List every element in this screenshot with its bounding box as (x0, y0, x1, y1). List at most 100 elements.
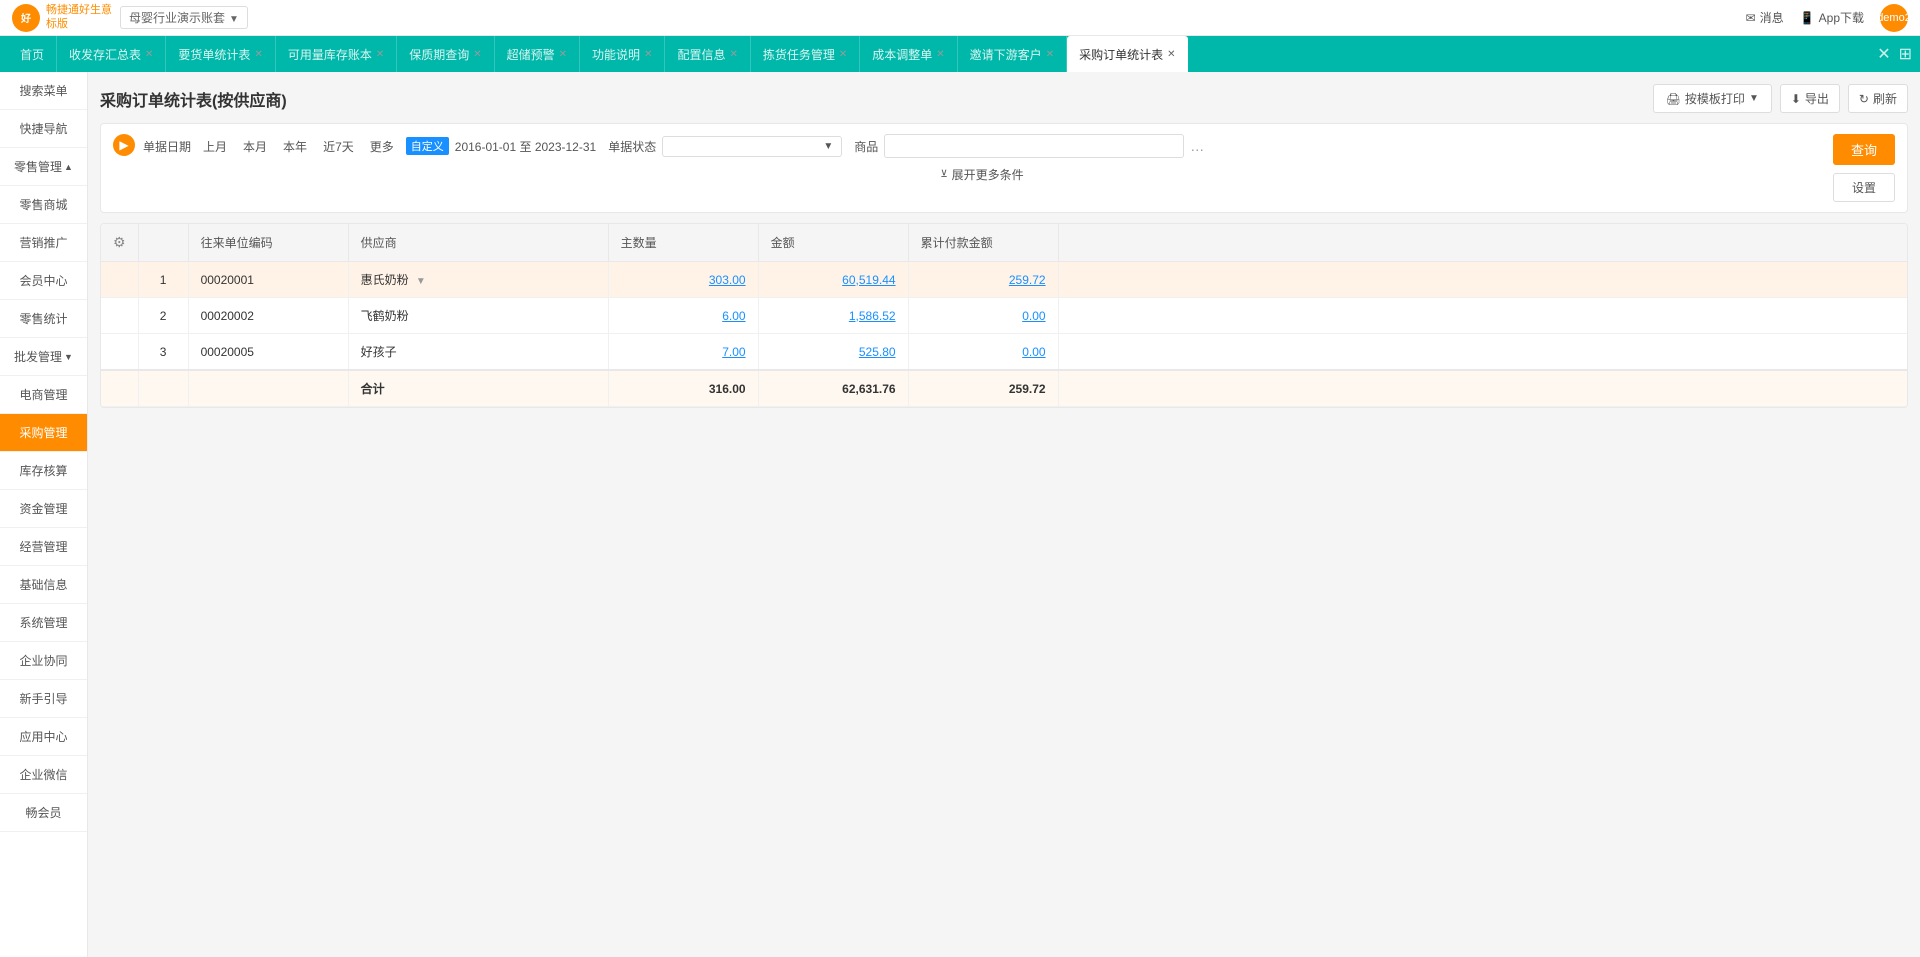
sidebar-item-basic-info[interactable]: 基础信息 (0, 566, 87, 604)
sidebar-item-quick-nav[interactable]: 快捷导航 (0, 110, 87, 148)
tab-receive-send[interactable]: 收发存汇总表 ✕ (57, 36, 166, 72)
expand-row: ⊻ 展开更多条件 (143, 166, 1821, 183)
filter-row-1: 单据日期 上月 本月 本年 近7天 更多 自定义 2016-01-01 至 20… (143, 134, 1821, 158)
row1-supplier-arrow-icon: ▼ (416, 276, 426, 287)
expand-more-button[interactable]: ⊻ 展开更多条件 (940, 166, 1023, 183)
close-tab-pick-task[interactable]: ✕ (839, 49, 847, 60)
close-tab-over-stock[interactable]: ✕ (559, 49, 567, 60)
sidebar-item-member-center[interactable]: 会员中心 (0, 262, 87, 300)
user-profile[interactable]: demo2 (1880, 4, 1908, 32)
sidebar-item-retail-stats[interactable]: 零售统计 (0, 300, 87, 338)
close-tab-cost-adjust[interactable]: ✕ (936, 49, 944, 60)
footer-settings (101, 370, 138, 407)
row2-qty[interactable]: 6.00 (608, 298, 758, 334)
shortcut-this-month[interactable]: 本月 (237, 136, 273, 157)
row2-paid[interactable]: 0.00 (908, 298, 1058, 334)
sidebar-item-wholesale-mgmt[interactable]: 批发管理 ▼ (0, 338, 87, 376)
close-tab-expiry-query[interactable]: ✕ (473, 49, 481, 60)
tab-config-info[interactable]: 配置信息 ✕ (665, 36, 750, 72)
close-tab-function-desc[interactable]: ✕ (644, 49, 652, 60)
sidebar-item-retail-mall[interactable]: 零售商城 (0, 186, 87, 224)
tab-invite-downstream[interactable]: 邀请下游客户 ✕ (958, 36, 1067, 72)
print-button[interactable]: 🖨 按模板打印 ▼ (1653, 84, 1772, 113)
row1-amount[interactable]: 60,519.44 (758, 262, 908, 298)
tab-home[interactable]: 首页 (8, 36, 57, 72)
footer-paid: 259.72 (908, 370, 1058, 407)
sidebar: 搜索菜单 快捷导航 零售管理 ▲ 零售商城 营销推广 会员中心 零售统计 批发管… (0, 72, 88, 957)
shortcut-this-year[interactable]: 本年 (277, 136, 313, 157)
message-icon: ✉ (1746, 11, 1756, 25)
sidebar-item-operation[interactable]: 经营管理 (0, 528, 87, 566)
shortcut-7days[interactable]: 近7天 (317, 136, 360, 157)
export-button[interactable]: ⬇ 导出 (1780, 84, 1840, 113)
tab-available-stock[interactable]: 可用量库存账本 ✕ (276, 36, 397, 72)
filter-area: ▶ 单据日期 上月 本月 本年 近7天 更多 (100, 123, 1908, 213)
status-label: 单据状态 (608, 138, 656, 155)
col-paid-header: 累计付款金额 (908, 224, 1058, 262)
nav-tabs: 首页 收发存汇总表 ✕ 要货单统计表 ✕ 可用量库存账本 ✕ 保质期查询 ✕ 超… (0, 36, 1920, 72)
tab-over-stock[interactable]: 超储预警 ✕ (495, 36, 580, 72)
status-select[interactable]: ▼ (662, 136, 842, 157)
row3-paid[interactable]: 0.00 (908, 334, 1058, 371)
page-header: 采购订单统计表(按供应商) 🖨 按模板打印 ▼ ⬇ 导出 ↻ 刷新 (100, 84, 1908, 113)
shortcut-last-month[interactable]: 上月 (197, 136, 233, 157)
sidebar-item-ecommerce[interactable]: 电商管理 (0, 376, 87, 414)
close-tab-config-info[interactable]: ✕ (729, 49, 737, 60)
tab-goods-stats[interactable]: 要货单统计表 ✕ (166, 36, 275, 72)
sidebar-item-finance[interactable]: 资金管理 (0, 490, 87, 528)
custom-date-tag[interactable]: 自定义 (406, 137, 449, 155)
tab-pick-task[interactable]: 拣货任务管理 ✕ (751, 36, 860, 72)
workspace-selector[interactable]: 母婴行业演示账套 (120, 6, 248, 29)
page-actions: 🖨 按模板打印 ▼ ⬇ 导出 ↻ 刷新 (1653, 84, 1908, 113)
sidebar-item-purchase-mgmt[interactable]: 采购管理 (0, 414, 87, 452)
row2-index: 2 (138, 298, 188, 334)
messages-button[interactable]: ✉ 消息 (1746, 9, 1784, 26)
column-settings-icon[interactable]: ⚙ (113, 234, 126, 250)
sidebar-item-new-guide[interactable]: 新手引导 (0, 680, 87, 718)
close-tab-invite-downstream[interactable]: ✕ (1046, 49, 1054, 60)
settings-button[interactable]: 设置 (1833, 173, 1895, 202)
sidebar-item-search[interactable]: 搜索菜单 (0, 72, 87, 110)
app-download-button[interactable]: 📱 App下载 (1800, 9, 1864, 26)
tabs-menu-icon[interactable]: ⊞ (1899, 44, 1912, 64)
sidebar-item-retail-mgmt[interactable]: 零售管理 ▲ (0, 148, 87, 186)
footer-amount: 62,631.76 (758, 370, 908, 407)
close-tab-available-stock[interactable]: ✕ (376, 49, 384, 60)
sidebar-item-app-center[interactable]: 应用中心 (0, 718, 87, 756)
date-label: 单据日期 (143, 138, 191, 155)
sidebar-item-member[interactable]: 畅会员 (0, 794, 87, 832)
row3-qty[interactable]: 7.00 (608, 334, 758, 371)
row2-extra (1058, 298, 1907, 334)
tab-cost-adjust[interactable]: 成本调整单 ✕ (860, 36, 957, 72)
row2-amount[interactable]: 1,586.52 (758, 298, 908, 334)
goods-input[interactable] (884, 134, 1184, 158)
query-button[interactable]: 查询 (1833, 134, 1895, 165)
sidebar-item-marketing[interactable]: 营销推广 (0, 224, 87, 262)
refresh-icon: ↻ (1859, 92, 1869, 106)
tab-expiry-query[interactable]: 保质期查询 ✕ (397, 36, 494, 72)
row1-paid[interactable]: 259.72 (908, 262, 1058, 298)
tab-purchase-stats[interactable]: 采购订单统计表 ✕ (1067, 36, 1188, 72)
goods-more-icon[interactable]: … (1190, 138, 1204, 154)
shortcut-more[interactable]: 更多 (364, 136, 400, 157)
sidebar-item-inventory[interactable]: 库存核算 (0, 452, 87, 490)
col-extra-header (1058, 224, 1907, 262)
close-tab-goods-stats[interactable]: ✕ (254, 49, 262, 60)
close-tab-purchase-stats[interactable]: ✕ (1167, 49, 1175, 60)
logo-icon: 好 (12, 4, 40, 32)
expand-arrow-button[interactable]: ▶ (113, 134, 135, 156)
main-layout: 搜索菜单 快捷导航 零售管理 ▲ 零售商城 营销推广 会员中心 零售统计 批发管… (0, 72, 1920, 957)
expand-arrow-icon: ▶ (119, 138, 128, 152)
close-all-tabs-icon[interactable]: ✕ (1877, 44, 1890, 64)
row1-qty[interactable]: 303.00 (608, 262, 758, 298)
refresh-button[interactable]: ↻ 刷新 (1848, 84, 1908, 113)
sidebar-item-system-mgmt[interactable]: 系统管理 (0, 604, 87, 642)
close-tab-receive-send[interactable]: ✕ (145, 49, 153, 60)
row3-code: 00020005 (188, 334, 348, 371)
row3-amount[interactable]: 525.80 (758, 334, 908, 371)
sidebar-item-enterprise-wechat[interactable]: 企业微信 (0, 756, 87, 794)
sidebar-item-enterprise-collab[interactable]: 企业协同 (0, 642, 87, 680)
top-bar-right: ✉ 消息 📱 App下载 demo2 (1746, 4, 1908, 32)
row2-supplier: 飞鹤奶粉 (348, 298, 608, 334)
tab-function-desc[interactable]: 功能说明 ✕ (580, 36, 665, 72)
